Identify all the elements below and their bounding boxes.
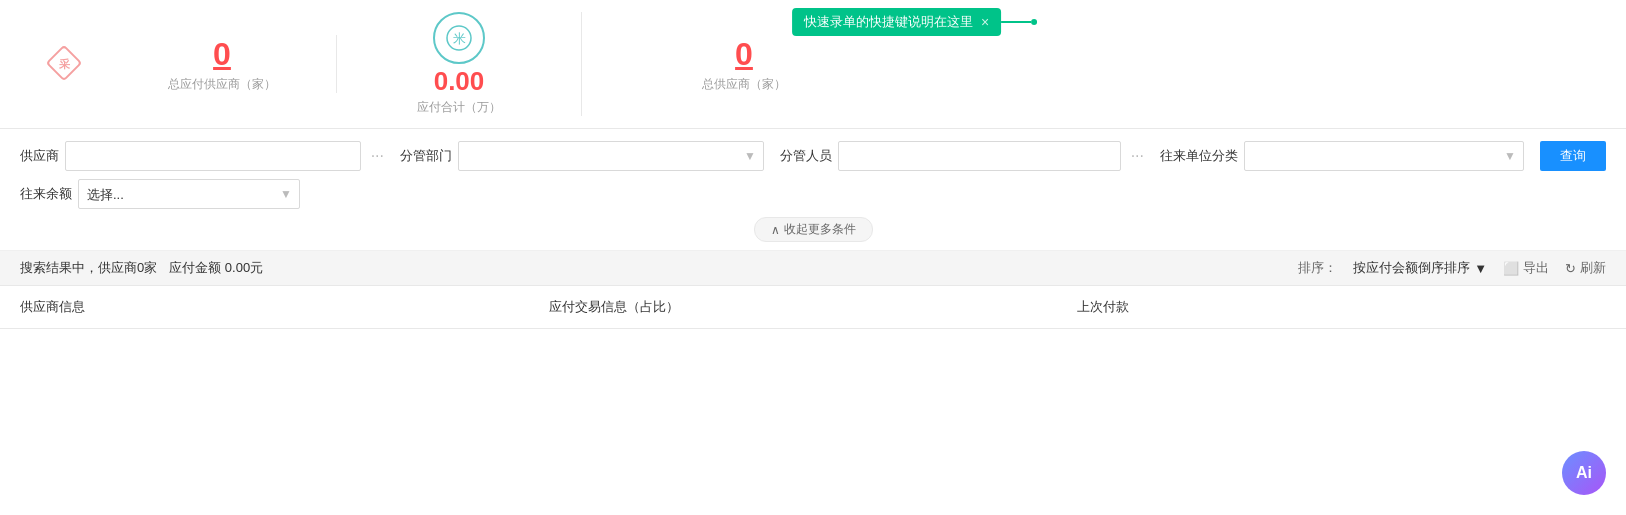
filter-department: 分管部门 ▼ — [400, 141, 764, 171]
result-supplier-count: 搜索结果中，供应商0家 — [20, 259, 157, 277]
table-header: 供应商信息 应付交易信息（占比） 上次付款 — [0, 286, 1626, 329]
person-dots[interactable]: ··· — [1131, 147, 1144, 165]
supplier-input[interactable] — [65, 141, 361, 171]
result-bar: 搜索结果中，供应商0家 应付金额 0.00元 排序： 按应付会额倒序排序 ▼ ⬜… — [0, 251, 1626, 286]
svg-text:米: 米 — [453, 31, 466, 46]
stat-total-suppliers: 0 总供应商（家） — [642, 35, 846, 92]
sort-select[interactable]: 按应付会额倒序排序 ▼ — [1353, 259, 1487, 277]
stat-number-total[interactable]: 0 — [735, 35, 753, 73]
sort-arrow-icon: ▼ — [1474, 261, 1487, 276]
stat-payable-total: 米 0.00 应付合计（万） — [337, 12, 582, 116]
refresh-icon: ↻ — [1565, 261, 1576, 276]
sort-value: 按应付会额倒序排序 — [1353, 259, 1470, 277]
logo: 采 — [40, 39, 88, 90]
department-label: 分管部门 — [400, 147, 452, 165]
filter-balance: 往来余额 选择... ▼ — [20, 179, 300, 209]
col-transaction-header: 应付交易信息（占比） — [549, 298, 1078, 316]
export-icon: ⬜ — [1503, 261, 1519, 276]
filter-bar: 供应商 ··· 分管部门 ▼ 分管人员 ··· 往来单位分类 — [0, 129, 1626, 251]
stat-label-payable-total: 应付合计（万） — [417, 99, 501, 116]
stats-bar: 采 0 总应付供应商（家） 米 0.00 应付合计（万） 快速录单的快捷键说明在… — [0, 0, 1626, 129]
tooltip-dot — [1029, 17, 1039, 27]
refresh-button[interactable]: ↻ 刷新 — [1565, 259, 1606, 277]
export-label: 导出 — [1523, 259, 1549, 277]
department-select[interactable] — [458, 141, 764, 171]
filter-row-2: 往来余额 选择... ▼ — [20, 179, 1606, 209]
department-select-wrapper: ▼ — [458, 141, 764, 171]
person-input[interactable] — [838, 141, 1121, 171]
collapse-label: 收起更多条件 — [784, 221, 856, 238]
supplier-dots[interactable]: ··· — [371, 147, 384, 165]
stat-number-payable-total: 0.00 — [434, 66, 485, 97]
filter-unit-category: 往来单位分类 ▼ — [1160, 141, 1524, 171]
col-supplier-header: 供应商信息 — [20, 298, 549, 316]
ai-assistant-button[interactable]: Ai — [1562, 451, 1606, 495]
stat-label-payable: 总应付供应商（家） — [168, 76, 276, 93]
result-actions: 排序： 按应付会额倒序排序 ▼ ⬜ 导出 ↻ 刷新 — [1298, 259, 1606, 277]
person-label: 分管人员 — [780, 147, 832, 165]
col-payment-header: 上次付款 — [1077, 298, 1606, 316]
shortcut-tooltip: 快速录单的快捷键说明在这里 × — [792, 8, 1001, 36]
supplier-label: 供应商 — [20, 147, 59, 165]
result-info-group: 搜索结果中，供应商0家 应付金额 0.00元 — [20, 259, 263, 277]
unit-category-select[interactable] — [1244, 141, 1524, 171]
query-button[interactable]: 查询 — [1540, 141, 1606, 171]
balance-select[interactable]: 选择... — [78, 179, 300, 209]
unit-category-label: 往来单位分类 — [1160, 147, 1238, 165]
balance-label: 往来余额 — [20, 185, 72, 203]
svg-text:采: 采 — [59, 58, 71, 70]
unit-category-select-wrapper: ▼ — [1244, 141, 1524, 171]
stat-number-payable[interactable]: 0 — [213, 35, 231, 73]
collapse-up-icon: ∧ — [771, 223, 780, 237]
tooltip-text: 快速录单的快捷键说明在这里 — [804, 13, 973, 31]
stat-label-total: 总供应商（家） — [702, 76, 786, 93]
table-body — [0, 329, 1626, 515]
coin-icon: 米 — [433, 12, 485, 64]
export-button[interactable]: ⬜ 导出 — [1503, 259, 1549, 277]
sort-label: 排序： — [1298, 259, 1337, 277]
filter-row-1: 供应商 ··· 分管部门 ▼ 分管人员 ··· 往来单位分类 — [20, 141, 1606, 171]
refresh-label: 刷新 — [1580, 259, 1606, 277]
result-amount: 应付金额 0.00元 — [169, 259, 263, 277]
stat-total-payable-suppliers: 0 总应付供应商（家） — [108, 35, 337, 92]
filter-supplier: 供应商 ··· — [20, 141, 384, 171]
balance-select-wrapper: 选择... ▼ — [78, 179, 300, 209]
tooltip-close-btn[interactable]: × — [981, 14, 989, 30]
collapse-button[interactable]: ∧ 收起更多条件 — [754, 217, 873, 242]
filter-person: 分管人员 ··· — [780, 141, 1144, 171]
